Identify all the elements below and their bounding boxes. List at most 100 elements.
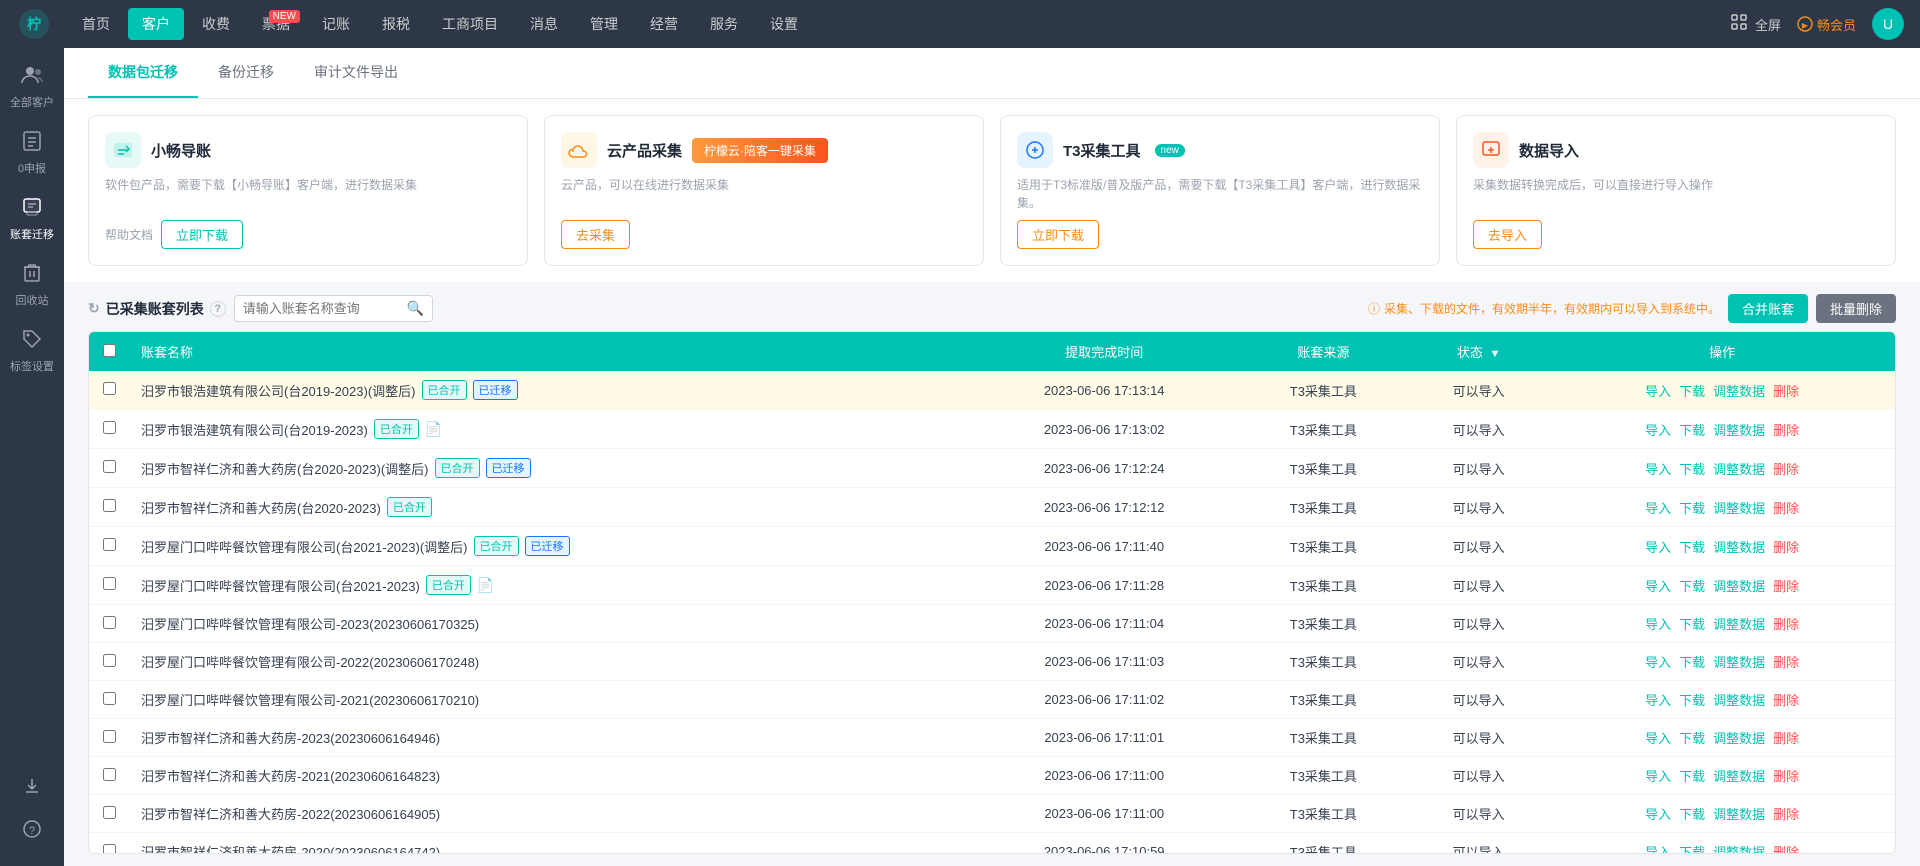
action-导入[interactable]: 导入 <box>1645 731 1671 746</box>
help-doc-link[interactable]: 帮助文档 <box>105 226 153 243</box>
action-删除[interactable]: 删除 <box>1773 807 1799 822</box>
row-checkbox[interactable] <box>103 768 116 781</box>
nav-item-tax[interactable]: 报税 <box>368 8 424 40</box>
row-checkbox[interactable] <box>103 460 116 473</box>
refresh-icon[interactable]: ↻ <box>88 300 100 317</box>
sidebar-download-btn[interactable] <box>4 768 60 807</box>
sidebar-help-btn[interactable]: ? <box>4 811 60 850</box>
nav-item-message[interactable]: 消息 <box>516 8 572 40</box>
row-checkbox[interactable] <box>103 616 116 629</box>
action-删除[interactable]: 删除 <box>1773 731 1799 746</box>
action-调整数据[interactable]: 调整数据 <box>1713 423 1765 438</box>
xiaochangzhang-download-btn[interactable]: 立即下载 <box>161 220 243 249</box>
nav-item-customer[interactable]: 客户 <box>128 8 184 40</box>
action-导入[interactable]: 导入 <box>1645 617 1671 632</box>
action-下载[interactable]: 下载 <box>1679 655 1705 670</box>
row-checkbox[interactable] <box>103 730 116 743</box>
merge-accounts-btn[interactable]: 合并账套 <box>1728 294 1808 323</box>
action-删除[interactable]: 删除 <box>1773 579 1799 594</box>
nav-item-settings[interactable]: 设置 <box>756 8 812 40</box>
row-checkbox[interactable] <box>103 844 116 855</box>
nav-item-operation[interactable]: 经营 <box>636 8 692 40</box>
sidebar-item-tag-settings[interactable]: 标签设置 <box>4 320 60 382</box>
nav-item-manage[interactable]: 管理 <box>576 8 632 40</box>
action-删除[interactable]: 删除 <box>1773 655 1799 670</box>
action-导入[interactable]: 导入 <box>1645 501 1671 516</box>
action-调整数据[interactable]: 调整数据 <box>1713 501 1765 516</box>
t3-download-btn[interactable]: 立即下载 <box>1017 220 1099 249</box>
action-导入[interactable]: 导入 <box>1645 579 1671 594</box>
sidebar-item-zero-declare[interactable]: 0申报 <box>4 122 60 184</box>
action-下载[interactable]: 下载 <box>1679 423 1705 438</box>
row-checkbox[interactable] <box>103 654 116 667</box>
row-checkbox[interactable] <box>103 538 116 551</box>
row-checkbox[interactable] <box>103 421 116 434</box>
search-input[interactable] <box>243 301 403 316</box>
action-导入[interactable]: 导入 <box>1645 540 1671 555</box>
sidebar-item-recycle[interactable]: 回收站 <box>4 254 60 316</box>
status-sort-icon[interactable]: ▼ <box>1490 348 1501 360</box>
action-调整数据[interactable]: 调整数据 <box>1713 731 1765 746</box>
action-下载[interactable]: 下载 <box>1679 807 1705 822</box>
action-删除[interactable]: 删除 <box>1773 845 1799 854</box>
action-调整数据[interactable]: 调整数据 <box>1713 617 1765 632</box>
user-avatar[interactable]: U <box>1872 8 1904 40</box>
action-下载[interactable]: 下载 <box>1679 540 1705 555</box>
row-checkbox[interactable] <box>103 499 116 512</box>
fullscreen-btn[interactable]: 全屏 <box>1731 14 1781 34</box>
help-circle-icon[interactable]: ? <box>210 301 226 317</box>
action-下载[interactable]: 下载 <box>1679 769 1705 784</box>
action-导入[interactable]: 导入 <box>1645 769 1671 784</box>
action-导入[interactable]: 导入 <box>1645 807 1671 822</box>
sidebar-item-account-migrate[interactable]: 账套迁移 <box>4 188 60 250</box>
action-下载[interactable]: 下载 <box>1679 579 1705 594</box>
tab-audit-export[interactable]: 审计文件导出 <box>294 48 418 98</box>
action-调整数据[interactable]: 调整数据 <box>1713 845 1765 854</box>
nav-item-ticket[interactable]: 票据 NEW <box>248 8 304 40</box>
action-调整数据[interactable]: 调整数据 <box>1713 540 1765 555</box>
row-checkbox[interactable] <box>103 577 116 590</box>
nav-item-service[interactable]: 服务 <box>696 8 752 40</box>
action-导入[interactable]: 导入 <box>1645 845 1671 854</box>
action-下载[interactable]: 下载 <box>1679 501 1705 516</box>
nav-item-home[interactable]: 首页 <box>68 8 124 40</box>
action-删除[interactable]: 删除 <box>1773 501 1799 516</box>
sidebar-item-all-clients[interactable]: 全部客户 <box>4 56 60 118</box>
action-删除[interactable]: 删除 <box>1773 462 1799 477</box>
action-导入[interactable]: 导入 <box>1645 384 1671 399</box>
nav-item-bookkeeping[interactable]: 记账 <box>308 8 364 40</box>
search-submit-icon[interactable]: 🔍 <box>407 300 424 317</box>
action-调整数据[interactable]: 调整数据 <box>1713 693 1765 708</box>
row-checkbox[interactable] <box>103 806 116 819</box>
action-调整数据[interactable]: 调整数据 <box>1713 807 1765 822</box>
action-下载[interactable]: 下载 <box>1679 731 1705 746</box>
action-调整数据[interactable]: 调整数据 <box>1713 384 1765 399</box>
action-删除[interactable]: 删除 <box>1773 540 1799 555</box>
row-checkbox[interactable] <box>103 382 116 395</box>
action-下载[interactable]: 下载 <box>1679 845 1705 854</box>
action-删除[interactable]: 删除 <box>1773 693 1799 708</box>
row-checkbox[interactable] <box>103 692 116 705</box>
select-all-checkbox[interactable] <box>103 344 116 357</box>
action-调整数据[interactable]: 调整数据 <box>1713 655 1765 670</box>
action-下载[interactable]: 下载 <box>1679 617 1705 632</box>
action-导入[interactable]: 导入 <box>1645 423 1671 438</box>
action-调整数据[interactable]: 调整数据 <box>1713 769 1765 784</box>
batch-delete-btn[interactable]: 批量删除 <box>1816 294 1896 323</box>
action-调整数据[interactable]: 调整数据 <box>1713 579 1765 594</box>
tab-backup-migrate[interactable]: 备份迁移 <box>198 48 294 98</box>
dataimport-btn[interactable]: 去导入 <box>1473 220 1542 249</box>
tab-data-migrate[interactable]: 数据包迁移 <box>88 48 198 98</box>
action-删除[interactable]: 删除 <box>1773 384 1799 399</box>
action-删除[interactable]: 删除 <box>1773 769 1799 784</box>
action-下载[interactable]: 下载 <box>1679 462 1705 477</box>
action-导入[interactable]: 导入 <box>1645 462 1671 477</box>
action-导入[interactable]: 导入 <box>1645 693 1671 708</box>
action-下载[interactable]: 下载 <box>1679 384 1705 399</box>
nav-item-fee[interactable]: 收费 <box>188 8 244 40</box>
member-btn[interactable]: ▶ 畅会员 <box>1797 15 1856 34</box>
action-下载[interactable]: 下载 <box>1679 693 1705 708</box>
yunproduct-collect-btn[interactable]: 去采集 <box>561 220 630 249</box>
nav-item-business[interactable]: 工商项目 <box>428 8 512 40</box>
action-导入[interactable]: 导入 <box>1645 655 1671 670</box>
